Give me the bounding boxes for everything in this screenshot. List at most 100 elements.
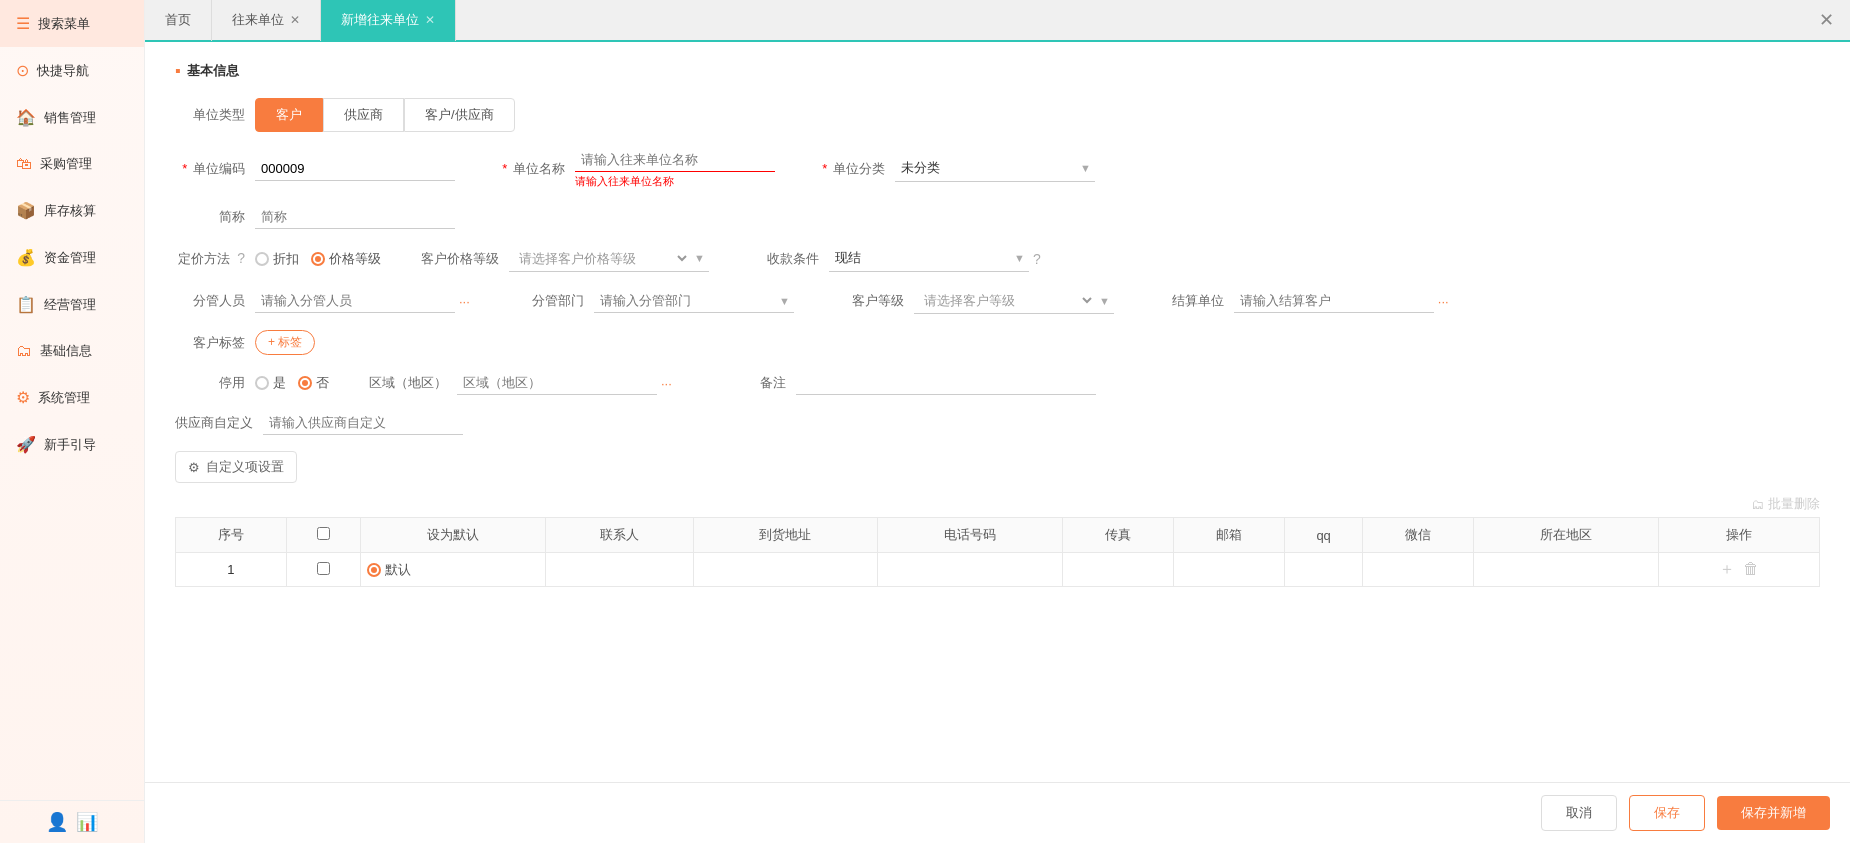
required-star-name: * bbox=[502, 161, 507, 176]
contacts-table: 序号 设为默认 联系人 到货地址 电话号码 传真 邮箱 qq 微信 所在地区 操… bbox=[175, 517, 1820, 587]
disable-radio-yes[interactable]: 是 bbox=[255, 374, 286, 392]
sidebar-item-purchase[interactable]: 🛍 采购管理 bbox=[0, 141, 144, 187]
dept-input[interactable] bbox=[594, 289, 775, 312]
row-email bbox=[1174, 553, 1285, 587]
sidebar-bottom-icon-left[interactable]: 👤 bbox=[46, 811, 68, 833]
row-code-name-category: * 单位编码 * 单位名称 请输入往来单位名称 * bbox=[175, 148, 1820, 189]
unit-category-unit: * 单位分类 未分类 ▼ bbox=[815, 155, 1095, 182]
guide-icon: 🚀 bbox=[16, 435, 36, 454]
unit-category-label: * 单位分类 bbox=[815, 160, 895, 178]
abbreviation-input[interactable] bbox=[255, 205, 455, 229]
remark-label: 备注 bbox=[716, 374, 796, 392]
col-seq: 序号 bbox=[176, 518, 287, 553]
sidebar-item-search[interactable]: ☰ 搜索菜单 bbox=[0, 0, 144, 47]
dept-select-wrap[interactable]: ▼ bbox=[594, 289, 794, 313]
row-delete-button[interactable]: 🗑 bbox=[1743, 560, 1759, 577]
row-add-button[interactable]: ＋ bbox=[1719, 560, 1735, 577]
row-qq bbox=[1285, 553, 1363, 587]
pricing-method-question[interactable]: ? bbox=[237, 250, 245, 266]
cancel-button[interactable]: 取消 bbox=[1541, 795, 1617, 831]
sidebar-item-inventory[interactable]: 📦 库存核算 bbox=[0, 187, 144, 234]
save-button[interactable]: 保存 bbox=[1629, 795, 1705, 831]
customer-level-input[interactable]: 请选择客户等级 bbox=[914, 288, 1095, 313]
tab-new-unit-close[interactable]: ✕ bbox=[425, 13, 435, 27]
region-input[interactable] bbox=[457, 371, 657, 395]
type-btn-customer[interactable]: 客户 bbox=[255, 98, 323, 132]
sidebar-item-sys-mgmt[interactable]: ⚙ 系统管理 bbox=[0, 374, 144, 421]
sidebar-item-quick-nav[interactable]: ⊙ 快捷导航 bbox=[0, 47, 144, 94]
payment-terms-label: 收款条件 bbox=[749, 250, 829, 268]
col-location: 所在地区 bbox=[1474, 518, 1659, 553]
col-contact: 联系人 bbox=[545, 518, 693, 553]
row-default-label: 默认 bbox=[385, 561, 411, 579]
batch-delete-label[interactable]: 批量删除 bbox=[1768, 495, 1820, 513]
sidebar-item-quick-nav-label: 快捷导航 bbox=[37, 62, 89, 80]
global-close-button[interactable]: ✕ bbox=[1803, 9, 1850, 31]
payment-terms-question[interactable]: ? bbox=[1033, 251, 1041, 267]
required-star-code: * bbox=[182, 161, 187, 176]
content-area: ▪ 基本信息 单位类型 客户 供应商 客户/供应商 * 单位编码 bbox=[145, 42, 1850, 782]
select-all-checkbox[interactable] bbox=[317, 527, 330, 540]
customer-level-label: 客户等级 bbox=[834, 292, 914, 310]
customer-level-arrow: ▼ bbox=[1095, 295, 1114, 307]
add-tag-button[interactable]: + 标签 bbox=[255, 330, 315, 355]
sidebar-item-finance[interactable]: 💰 资金管理 bbox=[0, 234, 144, 281]
customer-level-select-wrap[interactable]: 请选择客户等级 ▼ bbox=[914, 288, 1114, 314]
row-actions: ＋ 🗑 bbox=[1658, 553, 1819, 587]
region-ellipsis[interactable]: ··· bbox=[657, 376, 676, 391]
customer-price-level-select[interactable]: 请选择客户价格等级 ▼ bbox=[509, 246, 709, 272]
pricing-radio-group: 折扣 价格等级 bbox=[255, 250, 381, 268]
unit-category-select-wrap[interactable]: 未分类 ▼ bbox=[895, 155, 1095, 182]
settlement-unit-ellipsis[interactable]: ··· bbox=[1434, 294, 1453, 309]
tab-unit-list[interactable]: 往来单位 ✕ bbox=[212, 0, 321, 41]
payment-terms-select-wrap[interactable]: 现结 ▼ bbox=[829, 245, 1029, 272]
sidebar-item-guide[interactable]: 🚀 新手引导 bbox=[0, 421, 144, 468]
row-default-radio[interactable]: 默认 bbox=[367, 561, 539, 579]
save-new-button[interactable]: 保存并新增 bbox=[1717, 796, 1830, 830]
row-select-checkbox[interactable] bbox=[317, 562, 330, 575]
disable-radio-yes-dot bbox=[255, 376, 269, 390]
type-btn-supplier[interactable]: 供应商 bbox=[323, 98, 404, 132]
col-phone: 电话号码 bbox=[878, 518, 1063, 553]
pricing-radio-discount[interactable]: 折扣 bbox=[255, 250, 299, 268]
row-abbreviation: 简称 bbox=[175, 205, 1820, 229]
pricing-radio-price-level[interactable]: 价格等级 bbox=[311, 250, 381, 268]
sidebar-item-basic-info[interactable]: 🗂 基础信息 bbox=[0, 328, 144, 374]
unit-code-label: * 单位编码 bbox=[175, 160, 255, 178]
row-location bbox=[1474, 553, 1659, 587]
remark-input[interactable] bbox=[796, 371, 1096, 395]
settlement-unit-input[interactable] bbox=[1234, 289, 1434, 313]
custom-settings-button[interactable]: ⚙ 自定义项设置 bbox=[175, 451, 297, 483]
region-unit: 区域（地区） ··· bbox=[369, 371, 676, 395]
manager-input[interactable] bbox=[255, 289, 455, 313]
row-tags: 客户标签 + 标签 bbox=[175, 330, 1820, 355]
payment-terms-unit: 收款条件 现结 ▼ ? bbox=[749, 245, 1041, 272]
supplier-custom-unit: 供应商自定义 bbox=[175, 411, 463, 435]
manager-ellipsis[interactable]: ··· bbox=[455, 294, 474, 309]
disable-radio-no-dot bbox=[298, 376, 312, 390]
row-contact bbox=[545, 553, 693, 587]
supplier-custom-input[interactable] bbox=[263, 411, 463, 435]
unit-name-input[interactable] bbox=[575, 148, 775, 172]
unit-name-error: 请输入往来单位名称 bbox=[575, 174, 775, 189]
tab-unit-list-close[interactable]: ✕ bbox=[290, 13, 300, 27]
row-disable-region: 停用 是 否 区域（地区） ··· bbox=[175, 371, 1820, 395]
sidebar-item-operations[interactable]: 📋 经营管理 bbox=[0, 281, 144, 328]
sidebar-bottom-icon-right[interactable]: 📊 bbox=[76, 811, 98, 833]
unit-code-input[interactable] bbox=[255, 157, 455, 181]
tab-home-label: 首页 bbox=[165, 11, 191, 29]
basic-info-icon: 🗂 bbox=[16, 342, 32, 360]
customer-price-level-input[interactable]: 请选择客户价格等级 bbox=[509, 246, 690, 271]
tab-new-unit[interactable]: 新增往来单位 ✕ bbox=[321, 0, 456, 41]
batch-delete-icon: 🗂 bbox=[1751, 497, 1764, 512]
tab-bar: 首页 往来单位 ✕ 新增往来单位 ✕ ✕ bbox=[145, 0, 1850, 42]
sidebar-item-sales[interactable]: 🏠 销售管理 bbox=[0, 94, 144, 141]
unit-name-field: 请输入往来单位名称 bbox=[575, 148, 775, 189]
pricing-radio-price-level-dot bbox=[311, 252, 325, 266]
inventory-icon: 📦 bbox=[16, 201, 36, 220]
main-area: 首页 往来单位 ✕ 新增往来单位 ✕ ✕ ▪ 基本信息 单位类型 客户 供应商 … bbox=[145, 0, 1850, 843]
disable-radio-no[interactable]: 否 bbox=[298, 374, 329, 392]
tab-home[interactable]: 首页 bbox=[145, 0, 212, 41]
type-btn-both[interactable]: 客户/供应商 bbox=[404, 98, 515, 132]
search-menu-icon: ☰ bbox=[16, 14, 30, 33]
